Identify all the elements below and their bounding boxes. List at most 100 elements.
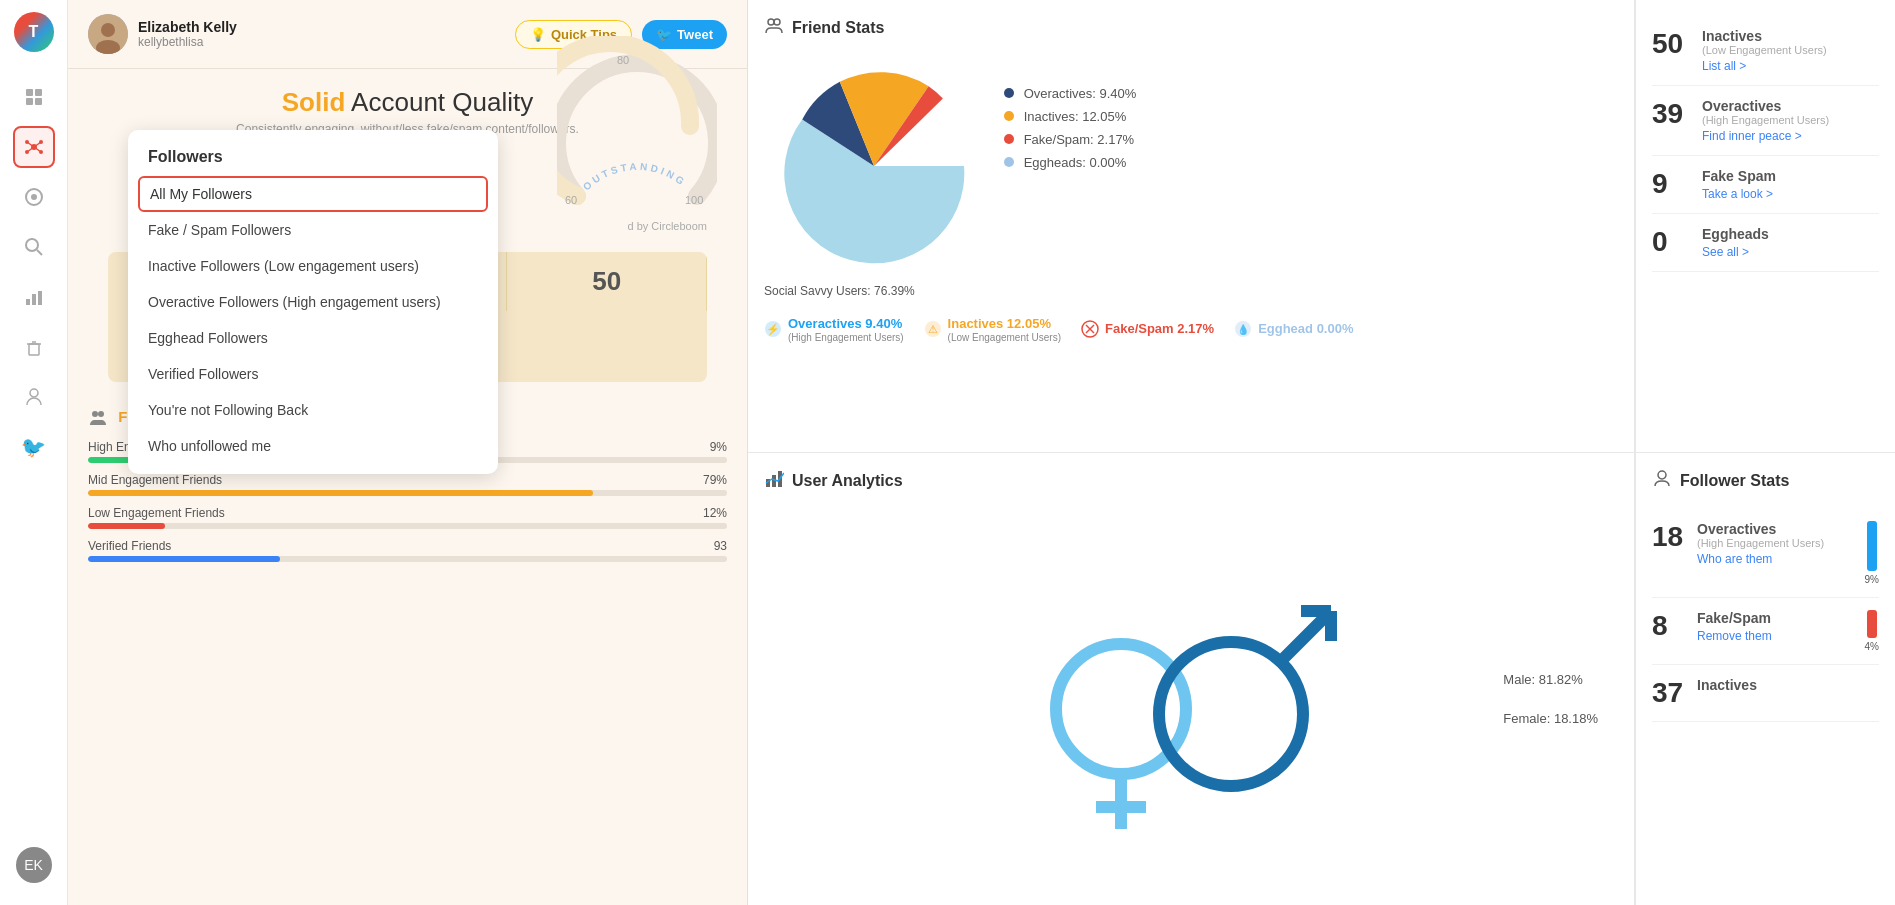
app-logo[interactable]: T xyxy=(14,12,54,52)
total-value: 50 xyxy=(592,266,621,297)
follower-fakespam-info: Fake/Spam Remove them xyxy=(1697,610,1855,643)
sidebar-icon-person[interactable] xyxy=(13,376,55,418)
overactives-number: 39 xyxy=(1652,98,1692,130)
sidebar-icon-chart[interactable] xyxy=(13,276,55,318)
sidebar-icon-network[interactable] xyxy=(13,126,55,168)
legend-dot-overactives xyxy=(1004,88,1014,98)
svg-rect-1 xyxy=(35,89,42,96)
user-avatar[interactable]: EK xyxy=(16,847,52,883)
overactives-sublabel: (High Engagement Users) xyxy=(1702,114,1879,126)
svg-line-51 xyxy=(1281,611,1331,661)
gender-svg xyxy=(1001,539,1381,859)
followers-menu-item-1[interactable]: Fake / Spam Followers xyxy=(128,212,498,248)
fakespam-bar-label: 4% xyxy=(1865,641,1879,652)
sidebar-icon-twitter[interactable]: 🐦 xyxy=(13,426,55,468)
sidebar-icon-search[interactable] xyxy=(13,226,55,268)
eggheads-link[interactable]: See all > xyxy=(1702,245,1879,259)
badge-overactives-text: Overactives 9.40% (High Engagement Users… xyxy=(788,314,904,343)
legend-eggheads: Eggheads: 0.00% xyxy=(1004,155,1136,170)
svg-rect-20 xyxy=(29,344,39,355)
follower-stat-overactives: 18 Overactives (High Engagement Users) W… xyxy=(1652,509,1879,598)
follower-stats-panel-title: Follower Stats xyxy=(1680,472,1789,490)
overactives-link[interactable]: Find inner peace > xyxy=(1702,129,1879,143)
fakespam-info: Fake Spam Take a look > xyxy=(1702,168,1879,201)
svg-point-54 xyxy=(1658,471,1666,479)
follower-stat-fakespam: 8 Fake/Spam Remove them 4% xyxy=(1652,598,1879,665)
follower-stats-title: Follower Stats xyxy=(1652,469,1879,493)
followers-menu-item-5[interactable]: Verified Followers xyxy=(128,356,498,392)
followers-menu-item-3[interactable]: Overactive Followers (High engagement us… xyxy=(128,284,498,320)
user-analytics-panel: User Analytics xyxy=(748,453,1635,905)
eggheads-info: Eggheads See all > xyxy=(1702,226,1879,259)
fakespam-badge-value: Fake/Spam 2.17% xyxy=(1105,321,1214,336)
svg-rect-3 xyxy=(35,98,42,105)
fakespam-bar xyxy=(1867,610,1877,638)
right-content: Friend Stats xyxy=(748,0,1895,905)
followers-menu-item-4[interactable]: Egghead Followers xyxy=(128,320,498,356)
overactives-label: Overactives xyxy=(1702,98,1879,114)
sidebar-icon-circle[interactable] xyxy=(13,176,55,218)
friend-stats-panel: Friend Stats xyxy=(748,0,1635,452)
char-row-1: Mid Engagement Friends 79% xyxy=(88,473,727,496)
svg-text:⚠: ⚠ xyxy=(928,323,938,335)
left-panel: Elizabeth Kelly kellybethlisa 💡 Quick Ti… xyxy=(68,0,748,905)
svg-text:💧: 💧 xyxy=(1237,323,1250,336)
follower-overactives-info: Overactives (High Engagement Users) Who … xyxy=(1697,521,1855,566)
followers-menu-item-6[interactable]: You're not Following Back xyxy=(128,392,498,428)
gender-labels: Male: 81.82% Female: 18.18% xyxy=(1503,672,1598,726)
char-label-3: Verified Friends 93 xyxy=(88,539,727,553)
followers-menu-item-7[interactable]: Who unfollowed me xyxy=(128,428,498,464)
sidebar-icon-trash[interactable] xyxy=(13,326,55,368)
inactives-link[interactable]: List all > xyxy=(1702,59,1879,73)
follower-overactives-sublabel: (High Engagement Users) xyxy=(1697,537,1855,549)
overactives-bar-label: 9% xyxy=(1865,574,1879,585)
main-content: Elizabeth Kelly kellybethlisa 💡 Quick Ti… xyxy=(68,0,1895,905)
logo-icon: T xyxy=(29,23,39,41)
pie-area: Social Savvy Users: 76.39% Overactives: … xyxy=(764,56,1618,298)
fakespam-number: 9 xyxy=(1652,168,1692,200)
eggheads-number: 0 xyxy=(1652,226,1692,258)
fakespam-label: Fake Spam xyxy=(1702,168,1879,184)
svg-rect-19 xyxy=(38,291,42,305)
follower-inactives-label: Inactives xyxy=(1697,677,1879,693)
overactives-info: Overactives (High Engagement Users) Find… xyxy=(1702,98,1879,143)
svg-point-31 xyxy=(92,411,98,417)
follower-fakespam-link[interactable]: Remove them xyxy=(1697,629,1855,643)
pie-legend: Overactives: 9.40% Inactives: 12.05% Fak… xyxy=(1004,56,1136,170)
stat-total: 50 xyxy=(507,252,707,311)
char-bar-2 xyxy=(88,523,165,529)
svg-text:60: 60 xyxy=(565,194,577,206)
overactives-bar xyxy=(1867,521,1877,571)
fakespam-link[interactable]: Take a look > xyxy=(1702,187,1879,201)
inactives-label: Inactives xyxy=(1702,28,1879,44)
sidebar-icon-grid[interactable] xyxy=(13,76,55,118)
follower-inactives-number: 37 xyxy=(1652,677,1687,709)
svg-text:OUTSTANDING: OUTSTANDING xyxy=(581,161,689,193)
svg-point-15 xyxy=(26,239,38,251)
follower-overactives-link[interactable]: Who are them xyxy=(1697,552,1855,566)
sidebar: T 🐦 EK xyxy=(0,0,68,905)
badge-fakespam: Fake/Spam 2.17% xyxy=(1081,314,1214,343)
sidebar-stat-overactives: 39 Overactives (High Engagement Users) F… xyxy=(1652,86,1879,156)
overactives-badge-sub: (High Engagement Users) xyxy=(788,332,904,343)
followers-menu-item-0[interactable]: All My Followers xyxy=(138,176,488,212)
friend-stats-icon xyxy=(764,16,784,40)
legend-dot-eggheads xyxy=(1004,157,1014,167)
analytics-icon xyxy=(764,469,784,493)
char-row-3: Verified Friends 93 xyxy=(88,539,727,562)
user-analytics-panel-title: User Analytics xyxy=(792,472,903,490)
user-analytics-title: User Analytics xyxy=(764,469,1618,493)
followers-menu-item-2[interactable]: Inactive Followers (Low engagement users… xyxy=(128,248,498,284)
male-label: Male: 81.82% xyxy=(1503,672,1598,687)
pie-social-savvy-label: Social Savvy Users: 76.39% xyxy=(764,284,984,298)
inactives-number: 50 xyxy=(1652,28,1692,60)
friend-stats-panel-title: Friend Stats xyxy=(792,19,884,37)
char-label-1: Mid Engagement Friends 79% xyxy=(88,473,727,487)
follower-stat-inactives: 37 Inactives xyxy=(1652,665,1879,722)
right-sidebar-stats: 50 Inactives (Low Engagement Users) List… xyxy=(1635,0,1895,452)
svg-rect-0 xyxy=(26,89,33,96)
svg-rect-17 xyxy=(26,299,30,305)
inactives-sublabel: (Low Engagement Users) xyxy=(1702,44,1879,56)
follower-inactives-info: Inactives xyxy=(1697,677,1879,693)
svg-text:100: 100 xyxy=(685,194,703,206)
